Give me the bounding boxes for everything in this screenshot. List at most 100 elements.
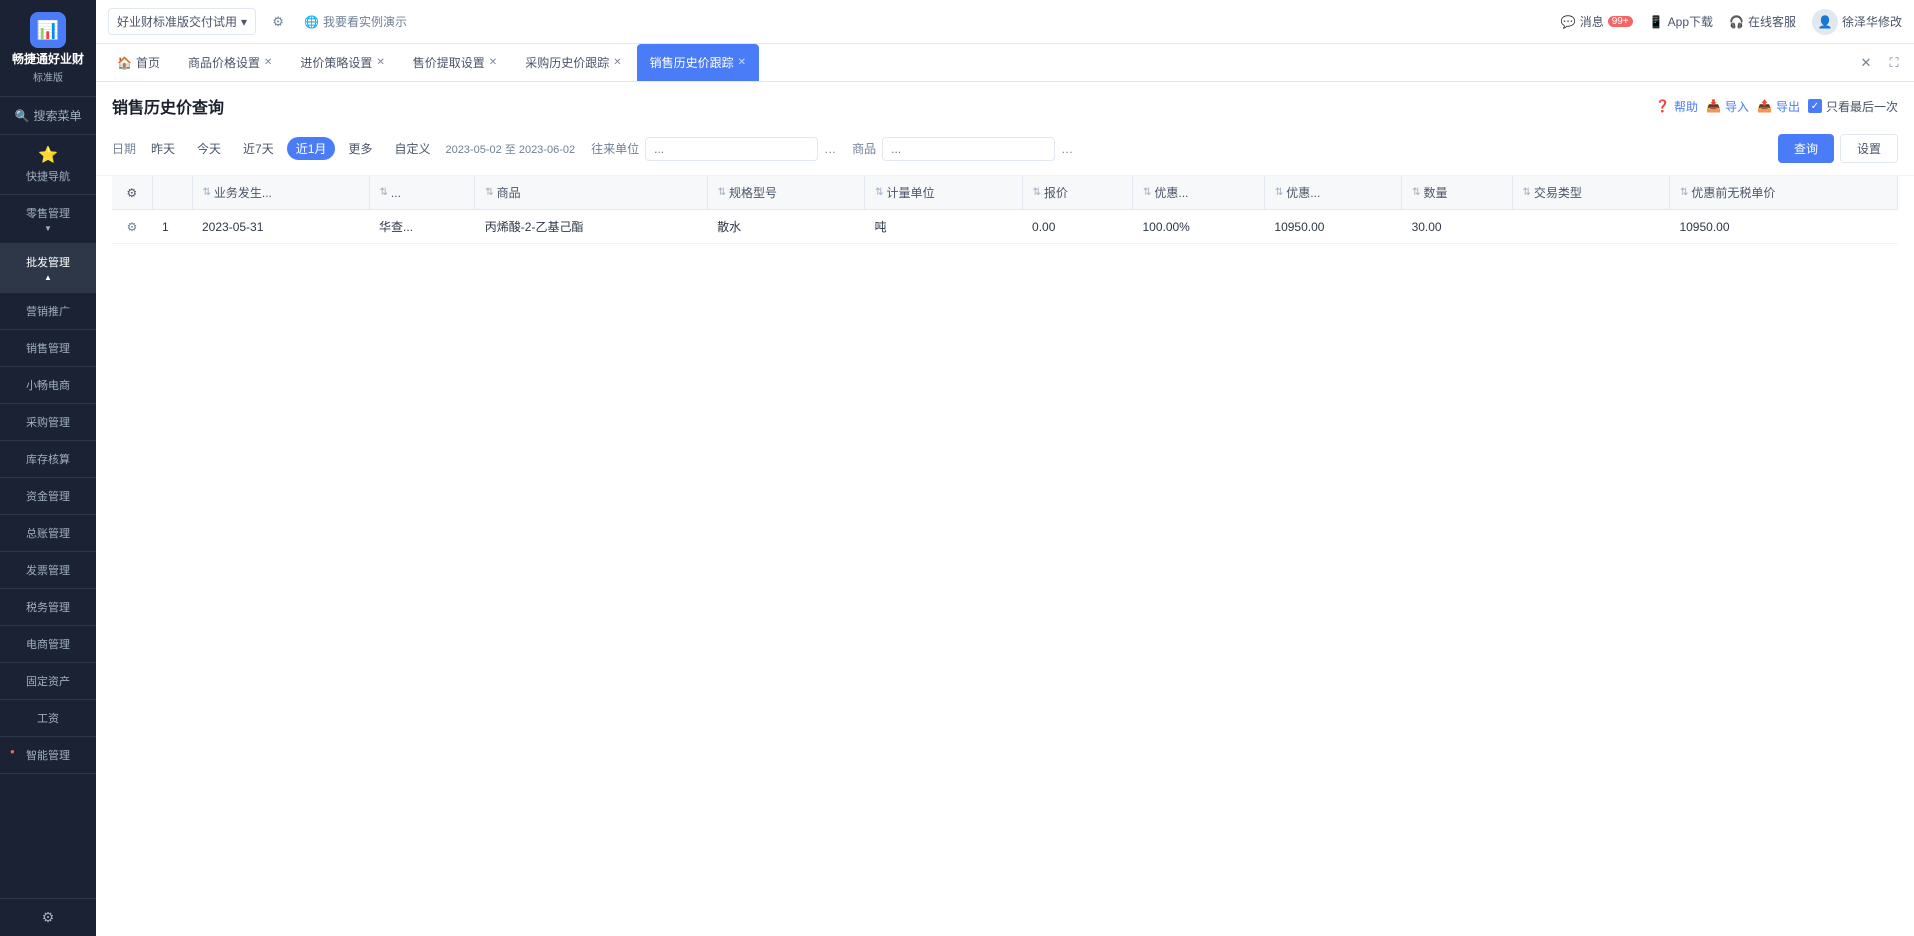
online-service-btn[interactable]: 🎧 在线客服 (1729, 13, 1796, 30)
topbar-settings-btn[interactable]: ⚙ (264, 8, 292, 36)
tab-purchase-history-label: 采购历史价跟踪 (525, 54, 609, 71)
tab-strategy[interactable]: 进价策略设置 ✕ (287, 44, 397, 81)
source-filter-group: 往来单位 … (591, 137, 836, 161)
col-product[interactable]: ⇅ 商品 (475, 176, 707, 210)
source-input[interactable] (645, 137, 818, 161)
sidebar-item-finance[interactable]: 资金管理 (0, 478, 96, 515)
tab-purchase-history[interactable]: 采购历史价跟踪 ✕ (512, 44, 634, 81)
sidebar-item-fixed-assets[interactable]: 固定资产 (0, 663, 96, 700)
col-unit[interactable]: ⇅ 计量单位 (865, 176, 1022, 210)
phone-icon: 📱 (1649, 15, 1664, 29)
tab-expand-btn[interactable]: ⛶ (1882, 51, 1906, 75)
sort-type-icon: ⇅ (1523, 187, 1531, 198)
import-btn[interactable]: 📥 导入 (1706, 98, 1749, 115)
row-discount2: 10950.00 (1264, 210, 1401, 244)
wholesale-label: 批发管理 (26, 254, 70, 270)
sidebar-item-salary[interactable]: 工资 (0, 700, 96, 737)
col-extra[interactable]: ⇅ ... (369, 176, 475, 210)
sidebar-item-quick-nav[interactable]: ⭐ 快捷导航 (0, 135, 96, 195)
version-select[interactable]: 好业财标准版交付试用 ▾ (108, 8, 256, 35)
export-btn[interactable]: 📤 导出 (1757, 98, 1800, 115)
query-btn[interactable]: 查询 (1778, 134, 1834, 163)
date-today[interactable]: 今天 (188, 137, 230, 160)
message-btn[interactable]: 💬 消息 99+ (1561, 13, 1633, 30)
tab-sales-history-label: 销售历史价跟踪 (650, 54, 734, 71)
message-badge: 99+ (1608, 16, 1633, 27)
sidebar-item-inventory[interactable]: 库存核算 (0, 441, 96, 478)
col-seq (152, 176, 192, 210)
source-more-btn[interactable]: … (824, 142, 836, 156)
col-type-label: 交易类型 (1534, 184, 1582, 201)
tab-extract-close[interactable]: ✕ (489, 57, 497, 68)
settings-btn[interactable]: 设置 (1840, 134, 1898, 163)
tab-home-label: 首页 (136, 54, 160, 71)
row-seq: 1 (152, 210, 192, 244)
row-price: 0.00 (1022, 210, 1132, 244)
date-1month[interactable]: 近1月 (287, 137, 336, 160)
sidebar-settings-btn[interactable]: ⚙ (0, 898, 96, 936)
product-more-btn[interactable]: … (1061, 142, 1073, 156)
tab-price[interactable]: 商品价格设置 ✕ (175, 44, 285, 81)
sidebar-item-wholesale[interactable]: 批发管理 ▲ (0, 244, 96, 293)
tab-price-close[interactable]: ✕ (264, 57, 272, 68)
app-download-label: App下载 (1668, 13, 1713, 30)
salary-label: 工资 (37, 710, 59, 726)
product-input[interactable] (882, 137, 1055, 161)
col-discount1[interactable]: ⇅ 优惠... (1132, 176, 1264, 210)
col-qty[interactable]: ⇅ 数量 (1402, 176, 1512, 210)
col-type[interactable]: ⇅ 交易类型 (1512, 176, 1669, 210)
demo-btn[interactable]: 🌐 我要看实例演示 (304, 13, 407, 30)
tab-sales-history[interactable]: 销售历史价跟踪 ✕ (637, 44, 759, 81)
sidebar-item-retail[interactable]: 零售管理 ▼ (0, 195, 96, 244)
quick-nav-icon: ⭐ (38, 145, 58, 165)
help-label: 帮助 (1674, 98, 1698, 115)
tab-close-all-btn[interactable]: ✕ (1854, 51, 1878, 75)
table-container: ⚙ ⇅ 业务发生... ⇅ ... (96, 176, 1914, 936)
demo-label: 我要看实例演示 (323, 13, 407, 30)
message-label: 消息 (1580, 13, 1604, 30)
filter-bar: 日期 昨天 今天 近7天 近1月 更多 自定义 2023-05-02 至 202… (96, 126, 1914, 176)
last-only-checkbox[interactable]: ✓ 只看最后一次 (1808, 98, 1898, 115)
sidebar-item-tax[interactable]: 税务管理 (0, 589, 96, 626)
tab-strategy-close[interactable]: ✕ (376, 57, 384, 68)
date-yesterday[interactable]: 昨天 (142, 137, 184, 160)
tab-bar: 🏠 首页 商品价格设置 ✕ 进价策略设置 ✕ 售价提取设置 ✕ 采购历史价跟踪 … (96, 44, 1914, 82)
page-header: 销售历史价查询 ❓ 帮助 📥 导入 📤 导出 ✓ 只看最后一次 (96, 82, 1914, 126)
col-gear[interactable]: ⚙ (112, 176, 152, 210)
user-name: 徐泽华修改 (1842, 13, 1902, 30)
sidebar-item-invoice[interactable]: 发票管理 (0, 552, 96, 589)
sidebar-item-purchase[interactable]: 采购管理 (0, 404, 96, 441)
sidebar-item-ecommerce[interactable]: 电商管理 (0, 626, 96, 663)
row-product: 丙烯酸-2-乙基己酯 (475, 210, 707, 244)
ecommerce-label: 电商管理 (26, 636, 70, 652)
help-btn[interactable]: ❓ 帮助 (1655, 98, 1698, 115)
ecommerce-small-label: 小畅电商 (26, 377, 70, 393)
quick-nav-label: 快捷导航 (26, 168, 70, 184)
col-price[interactable]: ⇅ 报价 (1022, 176, 1132, 210)
headset-icon: 🎧 (1729, 15, 1744, 29)
filter-buttons: 查询 设置 (1778, 134, 1898, 163)
col-discount2[interactable]: ⇅ 优惠... (1264, 176, 1401, 210)
col-date[interactable]: ⇅ 业务发生... (192, 176, 369, 210)
col-tax-price[interactable]: ⇅ 优惠前无税单价 (1669, 176, 1897, 210)
user-menu[interactable]: 👤 徐泽华修改 (1812, 9, 1902, 35)
sidebar-item-accounting[interactable]: 总账管理 (0, 515, 96, 552)
tab-sales-history-close[interactable]: ✕ (738, 57, 746, 68)
date-more[interactable]: 更多 (339, 137, 381, 160)
tab-home[interactable]: 🏠 首页 (104, 44, 173, 81)
table-row: ⚙ 1 2023-05-31 华查... 丙烯酸-2-乙基己酯 散水 吨 0.0… (112, 210, 1898, 244)
app-download-btn[interactable]: 📱 App下载 (1649, 13, 1713, 30)
sidebar-item-sales[interactable]: 销售管理 (0, 330, 96, 367)
sidebar-item-smart[interactable]: 智能管理 (0, 737, 96, 774)
export-icon: 📤 (1757, 99, 1772, 113)
import-icon: 📥 (1706, 99, 1721, 113)
sidebar-item-marketing[interactable]: 营销推广 (0, 293, 96, 330)
col-spec[interactable]: ⇅ 规格型号 (707, 176, 864, 210)
date-custom[interactable]: 自定义 (385, 137, 439, 160)
sidebar-item-ecommerce-small[interactable]: 小畅电商 (0, 367, 96, 404)
tab-purchase-history-close[interactable]: ✕ (613, 57, 621, 68)
row-gear[interactable]: ⚙ (112, 210, 152, 244)
date-7days[interactable]: 近7天 (234, 137, 283, 160)
tab-extract[interactable]: 售价提取设置 ✕ (400, 44, 510, 81)
sidebar-search[interactable]: 🔍 搜索菜单 (0, 97, 96, 135)
